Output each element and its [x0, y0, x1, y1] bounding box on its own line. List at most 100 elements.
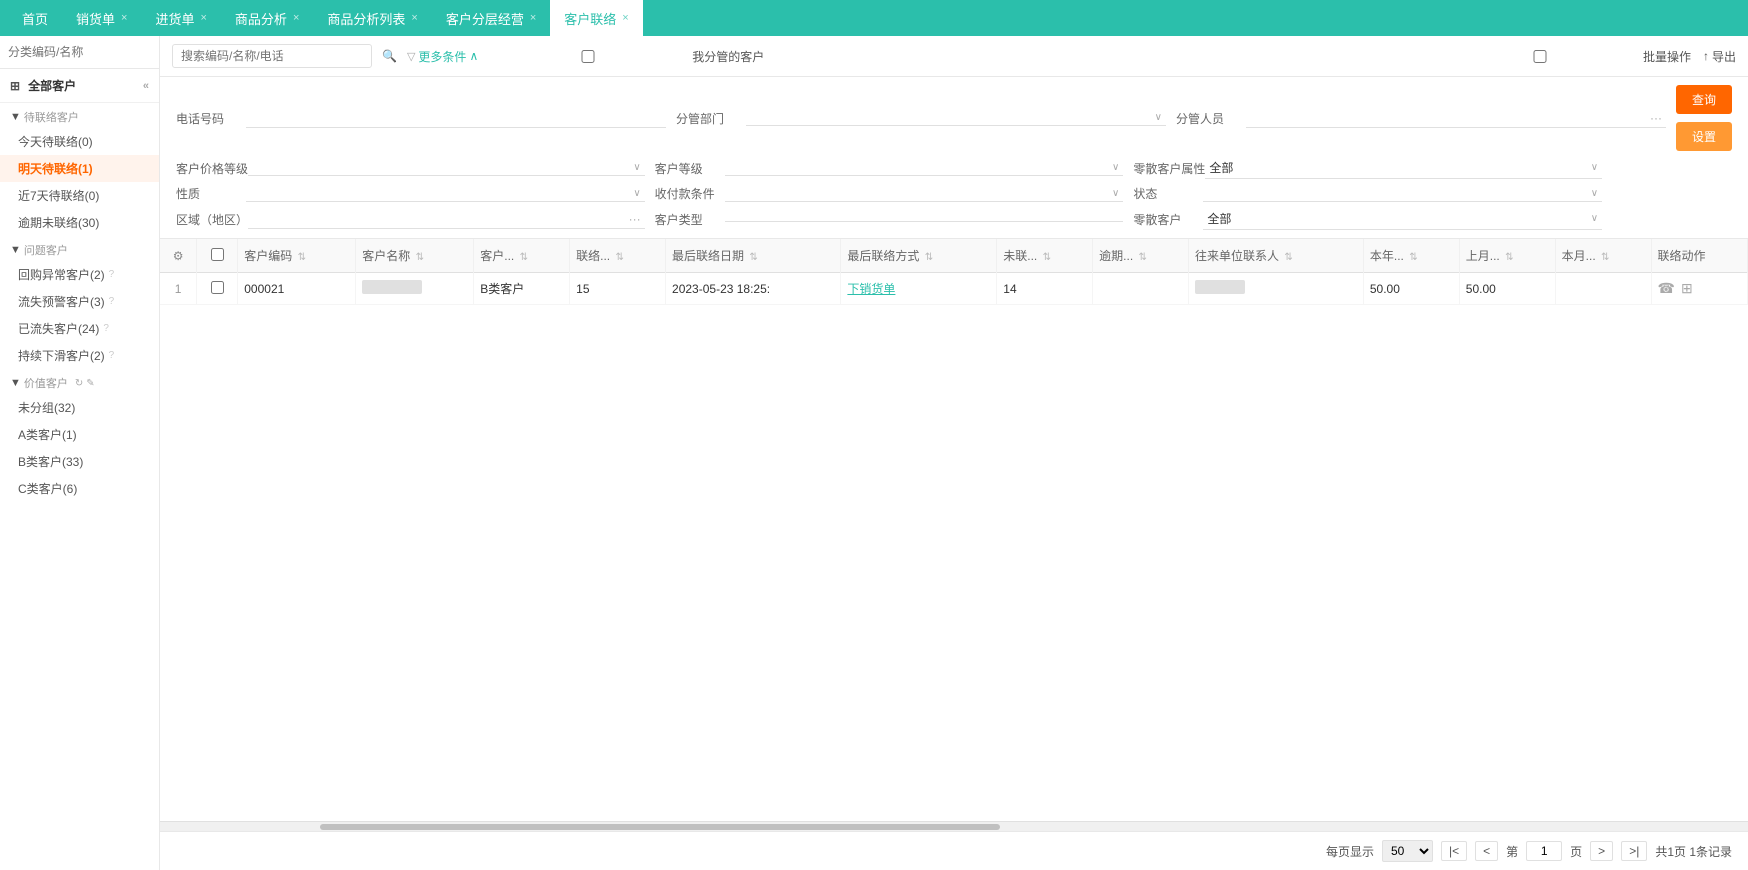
sidebar-item-class-b[interactable]: B类客户(33) [0, 448, 159, 475]
set-button[interactable]: 设置 [1676, 122, 1732, 151]
sort-icon[interactable]: ⇅ [1284, 252, 1292, 263]
sort-icon[interactable]: ⇅ [416, 252, 424, 263]
sidebar-item-churn-warning[interactable]: 流失预警客户(3) ? [0, 288, 159, 315]
help-icon[interactable]: ? [109, 269, 115, 280]
sort-icon[interactable]: ⇅ [749, 252, 757, 263]
page-number-input[interactable] [1526, 841, 1562, 861]
sidebar-item-today-pending[interactable]: 今天待联络(0) [0, 128, 159, 155]
more-conditions-button[interactable]: ▽ 更多条件 ∧ [407, 48, 478, 65]
nav-customer-contact[interactable]: 客户联络 × [550, 0, 642, 36]
scrollbar-thumb[interactable] [320, 824, 1000, 830]
nav-customer-layered[interactable]: 客户分层经营 × [432, 0, 550, 36]
sidebar-item-7days-pending[interactable]: 近7天待联络(0) [0, 182, 159, 209]
sidebar-item-class-a[interactable]: A类客户(1) [0, 421, 159, 448]
cell-this-month [1555, 273, 1651, 305]
close-icon[interactable]: × [121, 12, 127, 24]
triangle-icon: ▼ [10, 377, 21, 389]
table-settings-col[interactable]: ⚙ [160, 239, 197, 273]
close-icon[interactable]: × [411, 12, 417, 24]
sort-icon[interactable]: ⇅ [520, 252, 528, 263]
my-customers-checkbox[interactable] [488, 50, 688, 63]
batch-op-checkbox[interactable] [1440, 50, 1640, 63]
nav-product-analysis-list[interactable]: 商品分析列表 × [313, 0, 431, 36]
page-size-select[interactable]: 50 100 [1382, 840, 1433, 862]
export-button[interactable]: ↑ 导出 [1703, 48, 1736, 65]
retail-attr-select[interactable]: 全部 ∨ [1205, 157, 1602, 179]
sidebar-item-ungrouped[interactable]: 未分组(32) [0, 394, 159, 421]
help-icon[interactable]: ? [109, 350, 115, 361]
prev-page-button[interactable]: < [1475, 841, 1498, 861]
chevron-down-icon: ∨ [633, 188, 640, 199]
dept-select[interactable]: ∨ [746, 110, 1166, 126]
row-checkbox[interactable] [211, 281, 224, 294]
sort-icon[interactable]: ⇅ [1601, 252, 1609, 263]
sidebar-all-customers[interactable]: ⊞ 全部客户 « [0, 69, 159, 103]
help-icon[interactable]: ? [109, 296, 115, 307]
cell-last-contact-method[interactable]: 下销货单 [841, 273, 997, 305]
cell-name [356, 273, 474, 305]
phone-action-icon[interactable]: ☎ [1658, 280, 1675, 297]
more-icon[interactable]: ··· [629, 212, 641, 226]
close-icon[interactable]: × [622, 12, 628, 24]
phone-input[interactable] [246, 109, 666, 128]
sort-icon[interactable]: ⇅ [1043, 252, 1051, 263]
region-select[interactable]: ··· [248, 210, 645, 229]
sidebar-item-repurchase-abnormal[interactable]: 回购异常客户(2) ? [0, 261, 159, 288]
edit-icon[interactable]: ✎ [86, 378, 94, 389]
batch-operation[interactable]: 批量操作 [1440, 48, 1691, 65]
sort-icon[interactable]: ⇅ [298, 252, 306, 263]
sidebar-item-declining[interactable]: 持续下滑客户(2) ? [0, 342, 159, 369]
sort-icon[interactable]: ⇅ [1139, 252, 1147, 263]
chevron-down-icon: ∨ [1155, 112, 1162, 123]
nature-select[interactable]: ∨ [246, 186, 645, 202]
nav-product-analysis[interactable]: 商品分析 × [221, 0, 313, 36]
search-button[interactable]: 🔍 [382, 49, 397, 63]
chevron-down-icon: ∨ [1112, 188, 1119, 199]
grid-action-icon[interactable]: ⊞ [1681, 280, 1693, 297]
person-select[interactable]: ··· [1246, 109, 1666, 128]
sidebar-item-overdue-contact[interactable]: 逾期未联络(30) [0, 209, 159, 236]
filter-row-2: 客户价格等级 ∨ 客户等级 ∨ 零散客户属性 全部 [176, 157, 1732, 179]
sidebar-search-input[interactable] [8, 45, 160, 59]
cust-level-select[interactable]: ∨ [725, 160, 1124, 176]
sort-icon[interactable]: ⇅ [1409, 252, 1417, 263]
retail-cust-select[interactable]: 全部 ∨ [1203, 208, 1602, 230]
search-input[interactable] [172, 44, 372, 68]
next-page-button[interactable]: > [1590, 841, 1613, 861]
sort-icon[interactable]: ⇅ [925, 252, 933, 263]
close-icon[interactable]: × [200, 12, 206, 24]
sort-icon[interactable]: ⇅ [1505, 252, 1513, 263]
horizontal-scrollbar[interactable] [160, 821, 1748, 831]
select-all-checkbox[interactable] [211, 248, 224, 261]
nav-purchase-order[interactable]: 进货单 × [141, 0, 220, 36]
sidebar-item-churned[interactable]: 已流失客户(24) ? [0, 315, 159, 342]
sidebar-item-tomorrow-pending[interactable]: 明天待联络(1) [0, 155, 159, 182]
nav-sales-order[interactable]: 销货单 × [62, 0, 141, 36]
my-customers-checkbox-label[interactable]: 我分管的客户 [488, 48, 764, 65]
query-button[interactable]: 查询 [1676, 85, 1732, 114]
triangle-icon: ▼ [10, 244, 21, 256]
collapse-icon[interactable]: « [143, 80, 149, 92]
cust-price-select[interactable]: ∨ [248, 160, 645, 176]
sidebar-group-problem: ▼ 问题客户 [0, 236, 159, 261]
grid-icon: ⊞ [10, 79, 20, 93]
pagination-bar: 每页显示 50 100 |< < 第 页 > >| 共1页 1条记录 [160, 831, 1748, 870]
chevron-down-icon: ∨ [1591, 188, 1598, 199]
filter-row-4: 区域（地区） ··· 客户类型 零散客户 全部 ∨ [176, 208, 1732, 230]
close-icon[interactable]: × [293, 12, 299, 24]
payment-select[interactable]: ∨ [725, 186, 1124, 202]
last-page-button[interactable]: >| [1621, 841, 1647, 861]
status-select[interactable]: ∨ [1203, 186, 1602, 202]
contact-masked [1195, 280, 1245, 294]
first-page-button[interactable]: |< [1441, 841, 1467, 861]
sidebar-item-class-c[interactable]: C类客户(6) [0, 475, 159, 502]
nav-home[interactable]: 首页 [8, 0, 62, 36]
action-icons: ☎ ⊞ [1658, 280, 1741, 297]
refresh-icon[interactable]: ↻ [75, 378, 83, 389]
cust-type-select[interactable] [725, 217, 1124, 222]
close-icon[interactable]: × [530, 12, 536, 24]
help-icon[interactable]: ? [103, 323, 109, 334]
more-icon[interactable]: ··· [1650, 111, 1662, 125]
top-navigation: 首页 销货单 × 进货单 × 商品分析 × 商品分析列表 × 客户分层经营 × … [0, 0, 1748, 36]
sort-icon[interactable]: ⇅ [616, 252, 624, 263]
